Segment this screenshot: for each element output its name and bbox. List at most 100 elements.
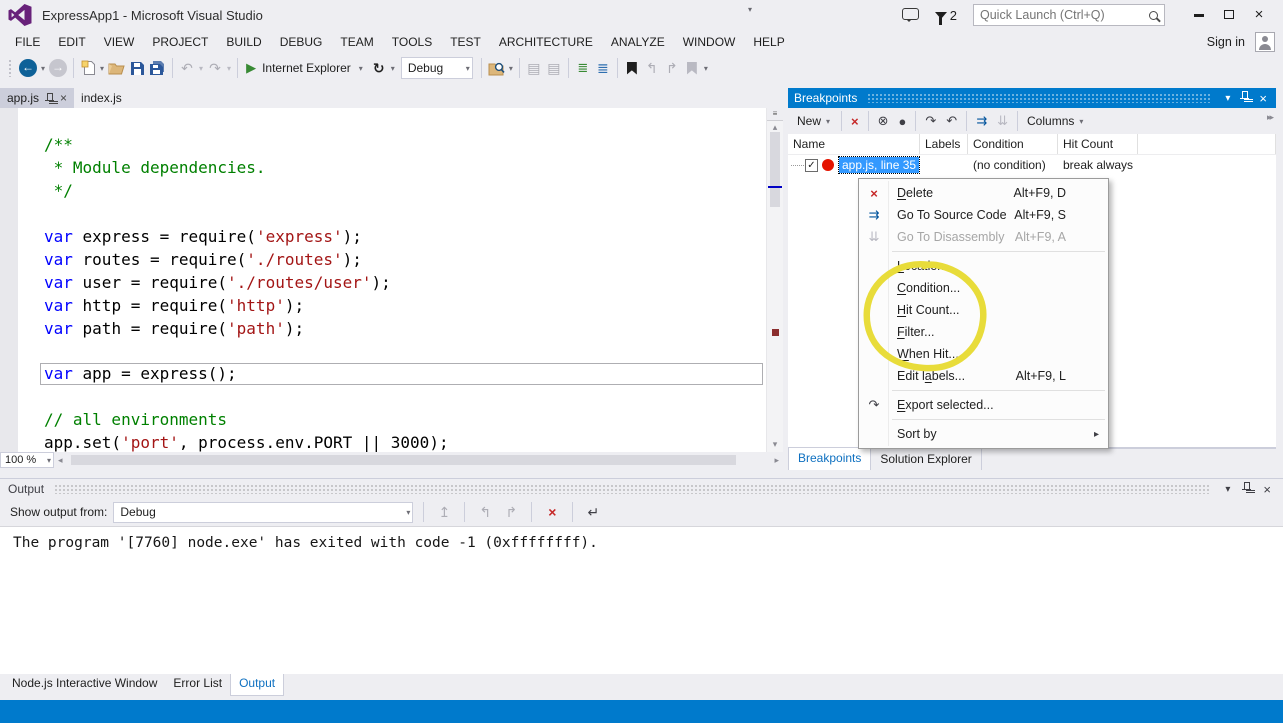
frame-history-forward-button[interactable]: ▤ <box>544 56 564 80</box>
import-breakpoints-button[interactable]: ↶ <box>941 110 962 132</box>
code-area[interactable]: /** * Module dependencies. */var express… <box>18 110 766 452</box>
context-menu-item-delete[interactable]: ×DeleteAlt+F9, D <box>859 182 1108 204</box>
menu-debug[interactable]: DEBUG <box>271 30 332 54</box>
breakpoint-gutter[interactable] <box>0 108 18 452</box>
go-to-disassembly-button[interactable]: ⇊ <box>992 110 1013 132</box>
menu-tools[interactable]: TOOLS <box>383 30 441 54</box>
context-menu-item-when-hit[interactable]: When Hit... <box>859 343 1108 365</box>
window-position-caret[interactable]: ▾ <box>1219 484 1236 495</box>
maximize-button[interactable] <box>1215 4 1243 26</box>
code-line[interactable]: app.set('port', process.env.PORT || 3000… <box>18 431 766 452</box>
breakpoint-checkbox[interactable]: ✓ <box>805 159 818 172</box>
next-bookmark-button[interactable]: ↱ <box>662 56 682 80</box>
indent-button[interactable]: ≣ <box>573 56 593 80</box>
minimize-button[interactable] <box>1185 4 1213 26</box>
menu-build[interactable]: BUILD <box>217 30 270 54</box>
menu-help[interactable]: HELP <box>744 30 793 54</box>
breakpoints-titlebar[interactable]: Breakpoints ▾ × <box>788 88 1276 108</box>
panel-tab-solution-explorer[interactable]: Solution Explorer <box>871 449 981 470</box>
code-line[interactable]: var user = require('./routes/user'); <box>18 271 766 294</box>
undo-dropdown-caret[interactable]: ▾ <box>197 64 205 73</box>
toggle-word-wrap-button[interactable]: ↵ <box>583 500 603 524</box>
redo-dropdown-caret[interactable]: ▾ <box>225 64 233 73</box>
pin-button[interactable] <box>1236 481 1257 497</box>
pin-tab-icon[interactable] <box>45 92 54 105</box>
toggle-all-breakpoints-button[interactable]: ● <box>894 110 912 132</box>
frame-history-back-button[interactable]: ▤ <box>524 56 544 80</box>
toolbar-overflow-caret[interactable]: ▾ <box>702 64 710 73</box>
redo-button[interactable]: ↷ <box>205 56 225 80</box>
code-line[interactable]: var express = require('express'); <box>18 225 766 248</box>
panel-tab-breakpoints[interactable]: Breakpoints <box>788 448 871 470</box>
toggle-bookmark-button[interactable] <box>622 56 642 80</box>
navigate-back-button[interactable]: ← <box>17 56 39 80</box>
tab-list-caret[interactable]: ▾ <box>748 5 752 14</box>
code-line[interactable] <box>18 385 766 408</box>
editor-horizontal-scrollbar[interactable] <box>67 453 747 467</box>
export-breakpoints-button[interactable]: ↷ <box>920 110 941 132</box>
menu-window[interactable]: WINDOW <box>674 30 745 54</box>
hscrollbar-thumb[interactable] <box>71 455 737 465</box>
code-line[interactable]: var routes = require('./routes'); <box>18 248 766 271</box>
close-button[interactable]: × <box>1245 4 1273 26</box>
bottom-tab-error-list[interactable]: Error List <box>165 674 230 696</box>
menu-edit[interactable]: EDIT <box>49 30 94 54</box>
bottom-tab-output[interactable]: Output <box>230 674 284 696</box>
clear-all-button[interactable]: × <box>542 500 562 524</box>
outdent-button[interactable]: ≣ <box>593 56 613 80</box>
clear-bookmarks-button[interactable] <box>682 56 702 80</box>
user-avatar-icon[interactable] <box>1255 32 1275 52</box>
undo-button[interactable]: ↶ <box>177 56 197 80</box>
menu-architecture[interactable]: ARCHITECTURE <box>490 30 602 54</box>
quick-launch-box[interactable] <box>973 4 1165 26</box>
code-line[interactable]: var path = require('path'); <box>18 317 766 340</box>
column-header-name[interactable]: Name <box>788 134 920 154</box>
menu-project[interactable]: PROJECT <box>143 30 217 54</box>
menu-file[interactable]: FILE <box>6 30 49 54</box>
code-line[interactable]: // all environments <box>18 408 766 431</box>
document-tab-app.js[interactable]: app.js× <box>0 88 74 108</box>
delete-breakpoint-button[interactable]: × <box>846 110 864 132</box>
context-menu-item-condition[interactable]: Condition... <box>859 277 1108 299</box>
window-position-caret[interactable]: ▾ <box>1220 93 1235 104</box>
close-panel-button[interactable]: × <box>1254 91 1272 106</box>
scroll-left-arrow[interactable]: ◂ <box>54 455 67 466</box>
breakpoint-row[interactable]: ✓ app.js, line 35 (no condition) break a… <box>788 155 1276 175</box>
column-header-hit-count[interactable]: Hit Count <box>1058 134 1138 154</box>
previous-bookmark-button[interactable]: ↰ <box>642 56 662 80</box>
editor-vertical-scrollbar[interactable]: ≡ ▴ ▾ <box>766 108 783 452</box>
code-line[interactable]: */ <box>18 179 766 202</box>
save-button[interactable] <box>127 56 147 80</box>
new-file-button[interactable] <box>78 56 98 80</box>
code-line[interactable]: var http = require('http'); <box>18 294 766 317</box>
save-all-button[interactable] <box>147 56 168 80</box>
find-in-files-button[interactable] <box>486 56 507 80</box>
new-breakpoint-button[interactable]: New ▾ <box>792 110 837 132</box>
refresh-button[interactable]: ↻ <box>369 56 389 80</box>
navigate-forward-button[interactable]: → <box>47 56 69 80</box>
context-menu-item-sort-by[interactable]: Sort by▸ <box>859 423 1108 445</box>
zoom-combobox[interactable]: 100 % ▾ <box>0 452 54 468</box>
go-to-message-button[interactable]: ↥ <box>434 500 454 524</box>
notifications-button[interactable]: 2 <box>935 8 957 23</box>
column-header-labels[interactable]: Labels <box>920 134 968 154</box>
new-file-dropdown-caret[interactable]: ▾ <box>98 64 106 73</box>
refresh-dropdown-caret[interactable]: ▾ <box>389 64 397 73</box>
open-file-button[interactable] <box>106 56 127 80</box>
feedback-icon[interactable] <box>902 8 919 20</box>
quick-launch-input[interactable] <box>980 8 1149 22</box>
output-titlebar[interactable]: Output ▾ × <box>0 479 1283 499</box>
columns-button[interactable]: Columns ▾ <box>1022 110 1090 132</box>
output-source-combobox[interactable]: Debug ▾ <box>113 502 413 523</box>
context-menu-item-location[interactable]: Location... <box>859 255 1108 277</box>
scroll-right-arrow[interactable]: ▸ <box>770 455 783 466</box>
code-line[interactable] <box>18 110 766 133</box>
menu-view[interactable]: VIEW <box>95 30 144 54</box>
context-menu-item-edit-labels[interactable]: Edit labels...Alt+F9, L <box>859 365 1108 387</box>
column-header-condition[interactable]: Condition <box>968 134 1058 154</box>
sign-in-link[interactable]: Sign in <box>1207 35 1245 49</box>
start-debug-button[interactable]: ▶ Internet Explorer ▾ <box>242 60 369 76</box>
toolbar-overflow-icon[interactable]: ▸▸ <box>1267 112 1272 123</box>
solution-configuration-combobox[interactable]: Debug ▾ <box>401 57 473 79</box>
pin-button[interactable] <box>1235 90 1254 106</box>
